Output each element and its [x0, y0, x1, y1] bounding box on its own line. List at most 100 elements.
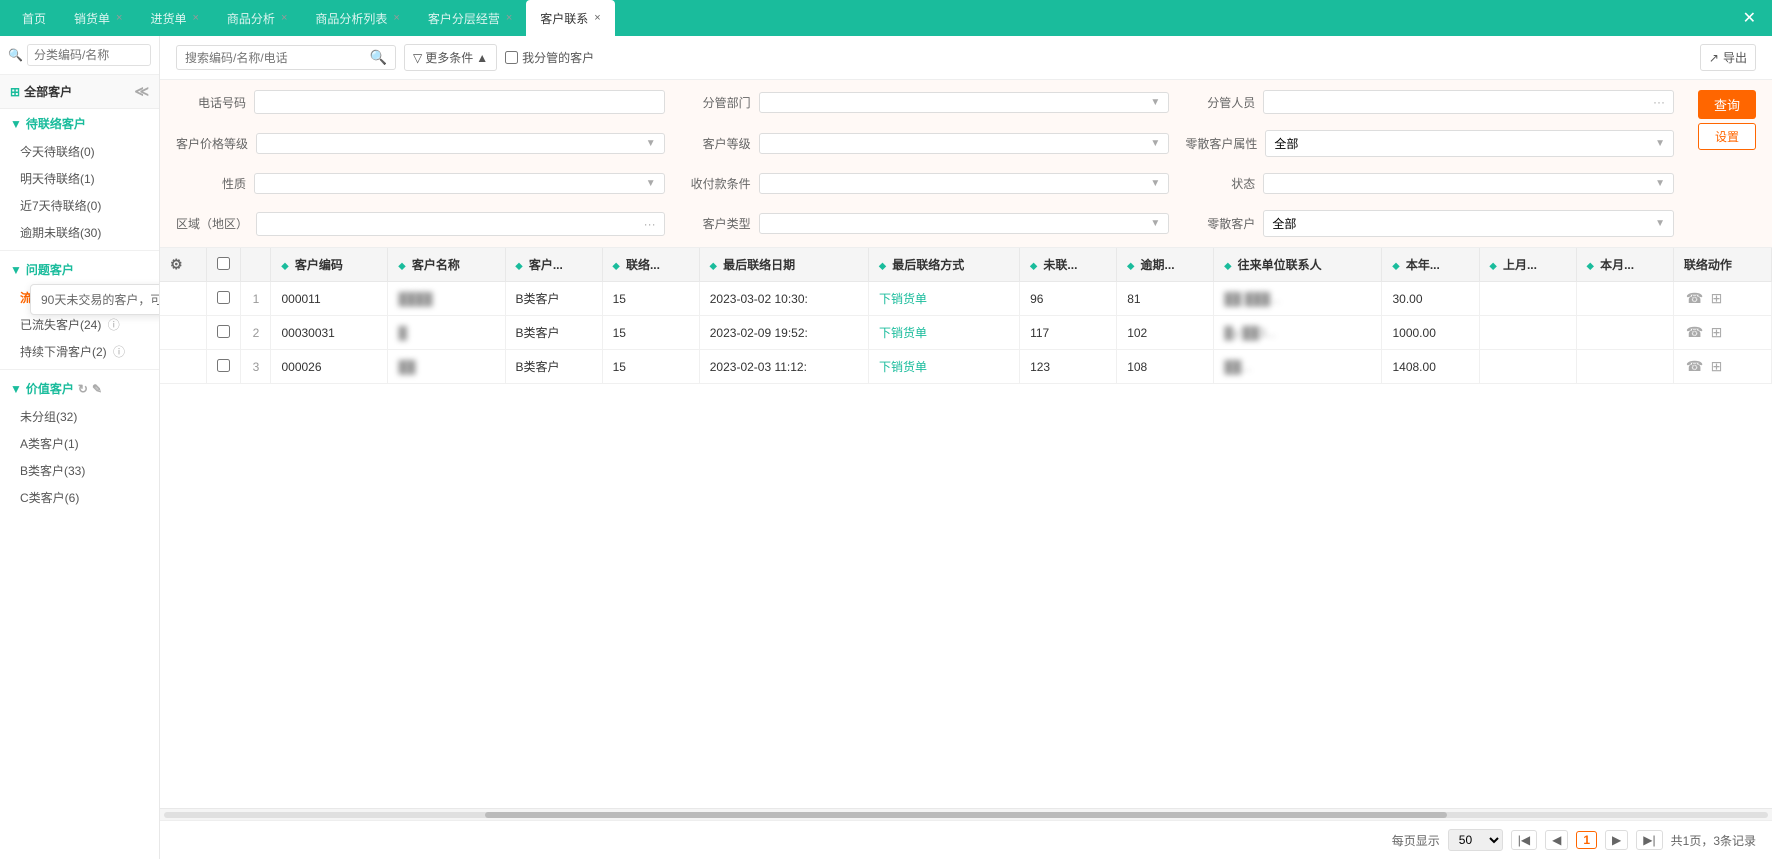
status-select[interactable]: ▼ — [1263, 173, 1674, 194]
customer-type-select[interactable]: ▼ — [759, 213, 1170, 234]
page-next-button[interactable]: ▶ — [1605, 830, 1628, 850]
current-page-number: 1 — [1576, 831, 1597, 849]
th-last-method[interactable]: ⬥ 最后联络方式 — [868, 248, 1019, 282]
gear-icon[interactable]: ⚙ — [170, 256, 183, 272]
select-all-checkbox[interactable] — [217, 257, 230, 270]
sidebar-item-churned[interactable]: 已流失客户(24) ⓘ — [0, 311, 159, 338]
th-checkbox[interactable] — [207, 248, 241, 282]
tab-purchase-order-close[interactable]: × — [192, 12, 198, 24]
action-contact-icon[interactable]: ☎ — [1686, 324, 1703, 340]
zero-retail-attr-select[interactable]: 全部 ▼ — [1265, 130, 1674, 157]
sidebar-search-input[interactable] — [27, 44, 151, 66]
region-dots[interactable]: ··· — [644, 217, 656, 231]
page-last-button[interactable]: ▶| — [1636, 830, 1662, 850]
group-pending-contact[interactable]: ▼ 待联络客户 — [0, 109, 159, 138]
window-close-button[interactable]: ✕ — [1735, 8, 1764, 28]
last-method-link[interactable]: 下销货单 — [879, 360, 927, 374]
action-more-icon[interactable]: ⊞ — [1711, 324, 1723, 340]
all-customers-header[interactable]: ⊞ 全部客户 ≪ — [0, 75, 159, 109]
th-gear[interactable]: ⚙ — [160, 248, 207, 282]
last-method-link[interactable]: 下销货单 — [879, 292, 927, 306]
last-method-link[interactable]: 下销货单 — [879, 326, 927, 340]
th-last-month[interactable]: ⬥ 上月... — [1479, 248, 1576, 282]
tab-customer-segment[interactable]: 客户分层经营 × — [414, 0, 526, 36]
edit-icon[interactable]: ✎ — [92, 382, 102, 396]
sidebar-item-declining[interactable]: 持续下滑客户(2) ⓘ — [0, 338, 159, 365]
row-checkbox-cell[interactable] — [207, 316, 241, 350]
th-no-contact[interactable]: ⬥ 未联... — [1020, 248, 1117, 282]
th-this-year[interactable]: ⬥ 本年... — [1382, 248, 1479, 282]
sidebar-item-class-b[interactable]: B类客户(33) — [0, 457, 159, 484]
sidebar-item-class-c[interactable]: C类客户(6) — [0, 484, 159, 511]
refresh-icon[interactable]: ↻ — [78, 382, 88, 396]
zero-retail-attr-label: 零散客户属性 — [1185, 135, 1257, 152]
sidebar-item-today-contact[interactable]: 今天待联络(0) — [0, 138, 159, 165]
region-select[interactable]: ··· — [256, 212, 665, 236]
tab-product-analysis[interactable]: 商品分析 × — [213, 0, 301, 36]
tab-sales-order[interactable]: 销货单 × — [60, 0, 136, 36]
tab-customer-contact[interactable]: 客户联系 × — [526, 0, 614, 36]
sidebar-item-7days-contact[interactable]: 近7天待联络(0) — [0, 192, 159, 219]
my-customers-checkbox-label[interactable]: 我分管的客户 — [505, 49, 594, 66]
action-contact-icon[interactable]: ☎ — [1686, 290, 1703, 306]
zero-retail-select[interactable]: 全部 ▼ — [1263, 210, 1674, 237]
settings-button[interactable]: 设置 — [1698, 123, 1756, 150]
action-more-icon[interactable]: ⊞ — [1711, 358, 1723, 374]
row-name-cell: ██ — [388, 350, 505, 384]
th-unit-contacts[interactable]: ⬥ 往来单位联系人 — [1214, 248, 1382, 282]
th-this-month[interactable]: ⬥ 本月... — [1576, 248, 1673, 282]
row-checkbox[interactable] — [217, 325, 230, 338]
row-checkbox[interactable] — [217, 291, 230, 304]
filter-search-box: 🔍 — [176, 45, 396, 70]
row-last-method-cell[interactable]: 下销货单 — [868, 282, 1019, 316]
tab-home[interactable]: 首页 — [8, 0, 60, 36]
per-page-select[interactable]: 50 100 — [1448, 829, 1503, 851]
filter-search-input[interactable] — [185, 51, 370, 65]
page-first-button[interactable]: |◀ — [1511, 830, 1537, 850]
export-button[interactable]: ↗ 导出 — [1700, 44, 1756, 71]
my-customers-checkbox[interactable] — [505, 51, 518, 64]
group-value-customers[interactable]: ▼ 价值客户 ↻ ✎ — [0, 374, 159, 403]
sidebar-collapse-button[interactable]: ≪ — [134, 83, 149, 100]
horizontal-scrollbar[interactable] — [160, 808, 1772, 820]
sidebar-item-tomorrow-contact[interactable]: 明天待联络(1) — [0, 165, 159, 192]
phone-input[interactable] — [254, 90, 665, 114]
level-select[interactable]: ▼ — [759, 133, 1170, 154]
tab-customer-contact-close[interactable]: × — [594, 12, 600, 24]
price-level-select[interactable]: ▼ — [256, 133, 665, 154]
dept-select[interactable]: ▼ — [759, 92, 1170, 113]
th-code[interactable]: ⬥ 客户编码 — [271, 248, 388, 282]
tab-sales-order-close[interactable]: × — [116, 12, 122, 24]
action-more-icon[interactable]: ⊞ — [1711, 290, 1723, 306]
more-conditions-button[interactable]: ▽ 更多条件 ▲ — [404, 44, 497, 71]
row-checkbox[interactable] — [217, 359, 230, 372]
row-checkbox-cell[interactable] — [207, 282, 241, 316]
th-last-date[interactable]: ⬥ 最后联络日期 — [699, 248, 868, 282]
tab-product-analysis-list[interactable]: 商品分析列表 × — [301, 0, 413, 36]
filter-search-icon[interactable]: 🔍 — [370, 49, 387, 66]
payment-select[interactable]: ▼ — [759, 173, 1170, 194]
tab-purchase-order[interactable]: 进货单 × — [136, 0, 212, 36]
person-select-dots[interactable]: ··· — [1653, 95, 1665, 109]
sidebar-item-class-a[interactable]: A类客户(1) — [0, 430, 159, 457]
th-overdue[interactable]: ⬥ 逾期... — [1117, 248, 1214, 282]
scrollbar-thumb[interactable] — [485, 812, 1447, 818]
nature-select[interactable]: ▼ — [254, 173, 665, 194]
sidebar-item-unclassified[interactable]: 未分组(32) — [0, 403, 159, 430]
sidebar-item-overdue-contact[interactable]: 逾期未联络(30) — [0, 219, 159, 246]
th-contact[interactable]: ⬥ 联络... — [602, 248, 699, 282]
th-name[interactable]: ⬥ 客户名称 — [388, 248, 505, 282]
person-select[interactable]: ··· — [1263, 90, 1674, 114]
query-button[interactable]: 查询 — [1698, 90, 1756, 119]
action-contact-icon[interactable]: ☎ — [1686, 358, 1703, 374]
th-type[interactable]: ⬥ 客户... — [505, 248, 602, 282]
row-last-method-cell[interactable]: 下销货单 — [868, 350, 1019, 384]
row-this-year-cell: 1408.00 — [1382, 350, 1479, 384]
tab-product-analysis-list-close[interactable]: × — [393, 12, 399, 24]
row-checkbox-cell[interactable] — [207, 350, 241, 384]
tab-product-analysis-close[interactable]: × — [281, 12, 287, 24]
page-prev-button[interactable]: ◀ — [1545, 830, 1568, 850]
group-problem-customers[interactable]: ▼ 问题客户 — [0, 255, 159, 284]
tab-customer-segment-close[interactable]: × — [506, 12, 512, 24]
row-last-method-cell[interactable]: 下销货单 — [868, 316, 1019, 350]
